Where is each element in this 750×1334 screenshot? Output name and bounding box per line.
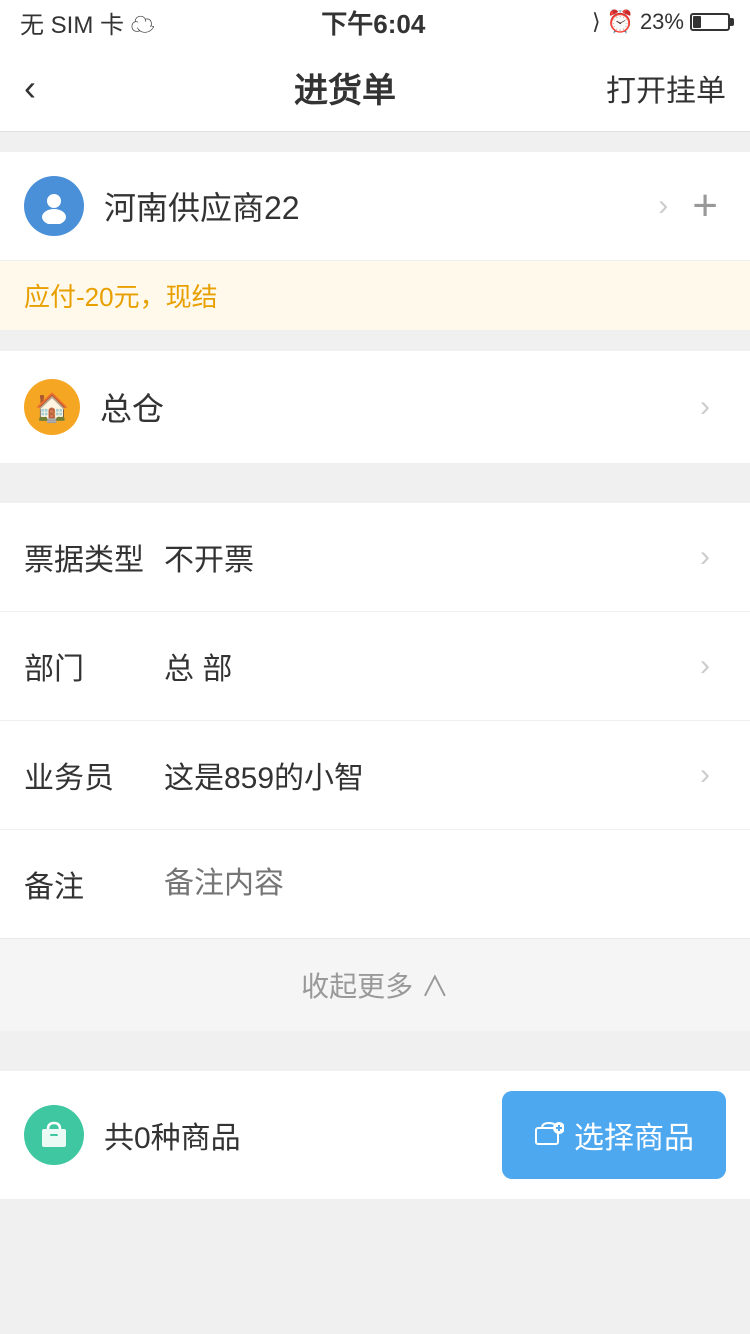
collapse-button[interactable]: 收起更多 ∧ <box>0 938 750 1031</box>
bottom-bar: 共0种商品 选择商品 <box>0 1071 750 1199</box>
status-left: 无 SIM 卡 ☁ <box>20 5 155 40</box>
ticket-type-label: 票据类型 <box>24 535 164 579</box>
ticket-type-chevron-icon: › <box>700 540 710 574</box>
cart-icon <box>534 1120 564 1150</box>
page-title: 进货单 <box>294 63 396 112</box>
goods-icon <box>24 1105 84 1165</box>
battery-icon <box>690 13 730 31</box>
warehouse-name: 总仓 <box>100 384 700 430</box>
form-section: 票据类型 不开票 › 部门 总 部 › 业务员 这是859的小智 › 备注 <box>0 503 750 938</box>
sim-status: 无 SIM 卡 ☁ <box>20 5 155 40</box>
warehouse-icon: 🏠 <box>24 379 80 435</box>
remark-row[interactable]: 备注 <box>0 830 750 938</box>
supplier-name: 河南供应商22 <box>104 183 658 229</box>
salesman-value: 这是859的小智 <box>164 753 700 797</box>
add-supplier-button[interactable]: + <box>684 184 726 228</box>
location-icon: ⟩ <box>592 9 601 35</box>
salesman-label: 业务员 <box>24 753 164 797</box>
top-divider <box>0 132 750 152</box>
remark-input[interactable] <box>164 867 726 901</box>
supplier-section: 河南供应商22 › + 应付-20元，现结 <box>0 152 750 330</box>
warehouse-chevron-icon: › <box>700 390 710 424</box>
warehouse-section: 🏠 总仓 › <box>0 350 750 463</box>
ticket-type-row[interactable]: 票据类型 不开票 › <box>0 503 750 612</box>
back-button[interactable]: ‹ <box>24 67 84 109</box>
status-bar: 无 SIM 卡 ☁ 下午6:04 ⟩ ⏰ 23% <box>0 0 750 44</box>
supplier-row[interactable]: 河南供应商22 › + <box>0 152 750 261</box>
battery-percent: 23% <box>640 9 684 35</box>
mid-divider2 <box>0 463 750 483</box>
salesman-row[interactable]: 业务员 这是859的小智 › <box>0 721 750 830</box>
supplier-chevron-icon: › <box>658 189 668 223</box>
supplier-avatar <box>24 176 84 236</box>
alarm-icon: ⏰ <box>607 9 634 35</box>
mid-divider1 <box>0 330 750 350</box>
salesman-chevron-icon: › <box>700 758 710 792</box>
department-label: 部门 <box>24 644 164 688</box>
remark-label: 备注 <box>24 862 164 906</box>
select-goods-label: 选择商品 <box>574 1113 694 1157</box>
department-row[interactable]: 部门 总 部 › <box>0 612 750 721</box>
ticket-type-value: 不开票 <box>164 535 700 579</box>
department-value: 总 部 <box>164 644 700 688</box>
select-goods-button[interactable]: 选择商品 <box>502 1091 726 1179</box>
department-chevron-icon: › <box>700 649 710 683</box>
bottom-divider <box>0 1031 750 1051</box>
nav-bar: ‹ 进货单 打开挂单 <box>0 44 750 132</box>
status-right: ⟩ ⏰ 23% <box>592 9 730 35</box>
goods-count: 共0种商品 <box>104 1113 502 1157</box>
notice-bar: 应付-20元，现结 <box>0 261 750 330</box>
status-time: 下午6:04 <box>321 4 425 41</box>
open-pending-button[interactable]: 打开挂单 <box>606 66 726 110</box>
warehouse-row[interactable]: 🏠 总仓 › <box>0 350 750 463</box>
